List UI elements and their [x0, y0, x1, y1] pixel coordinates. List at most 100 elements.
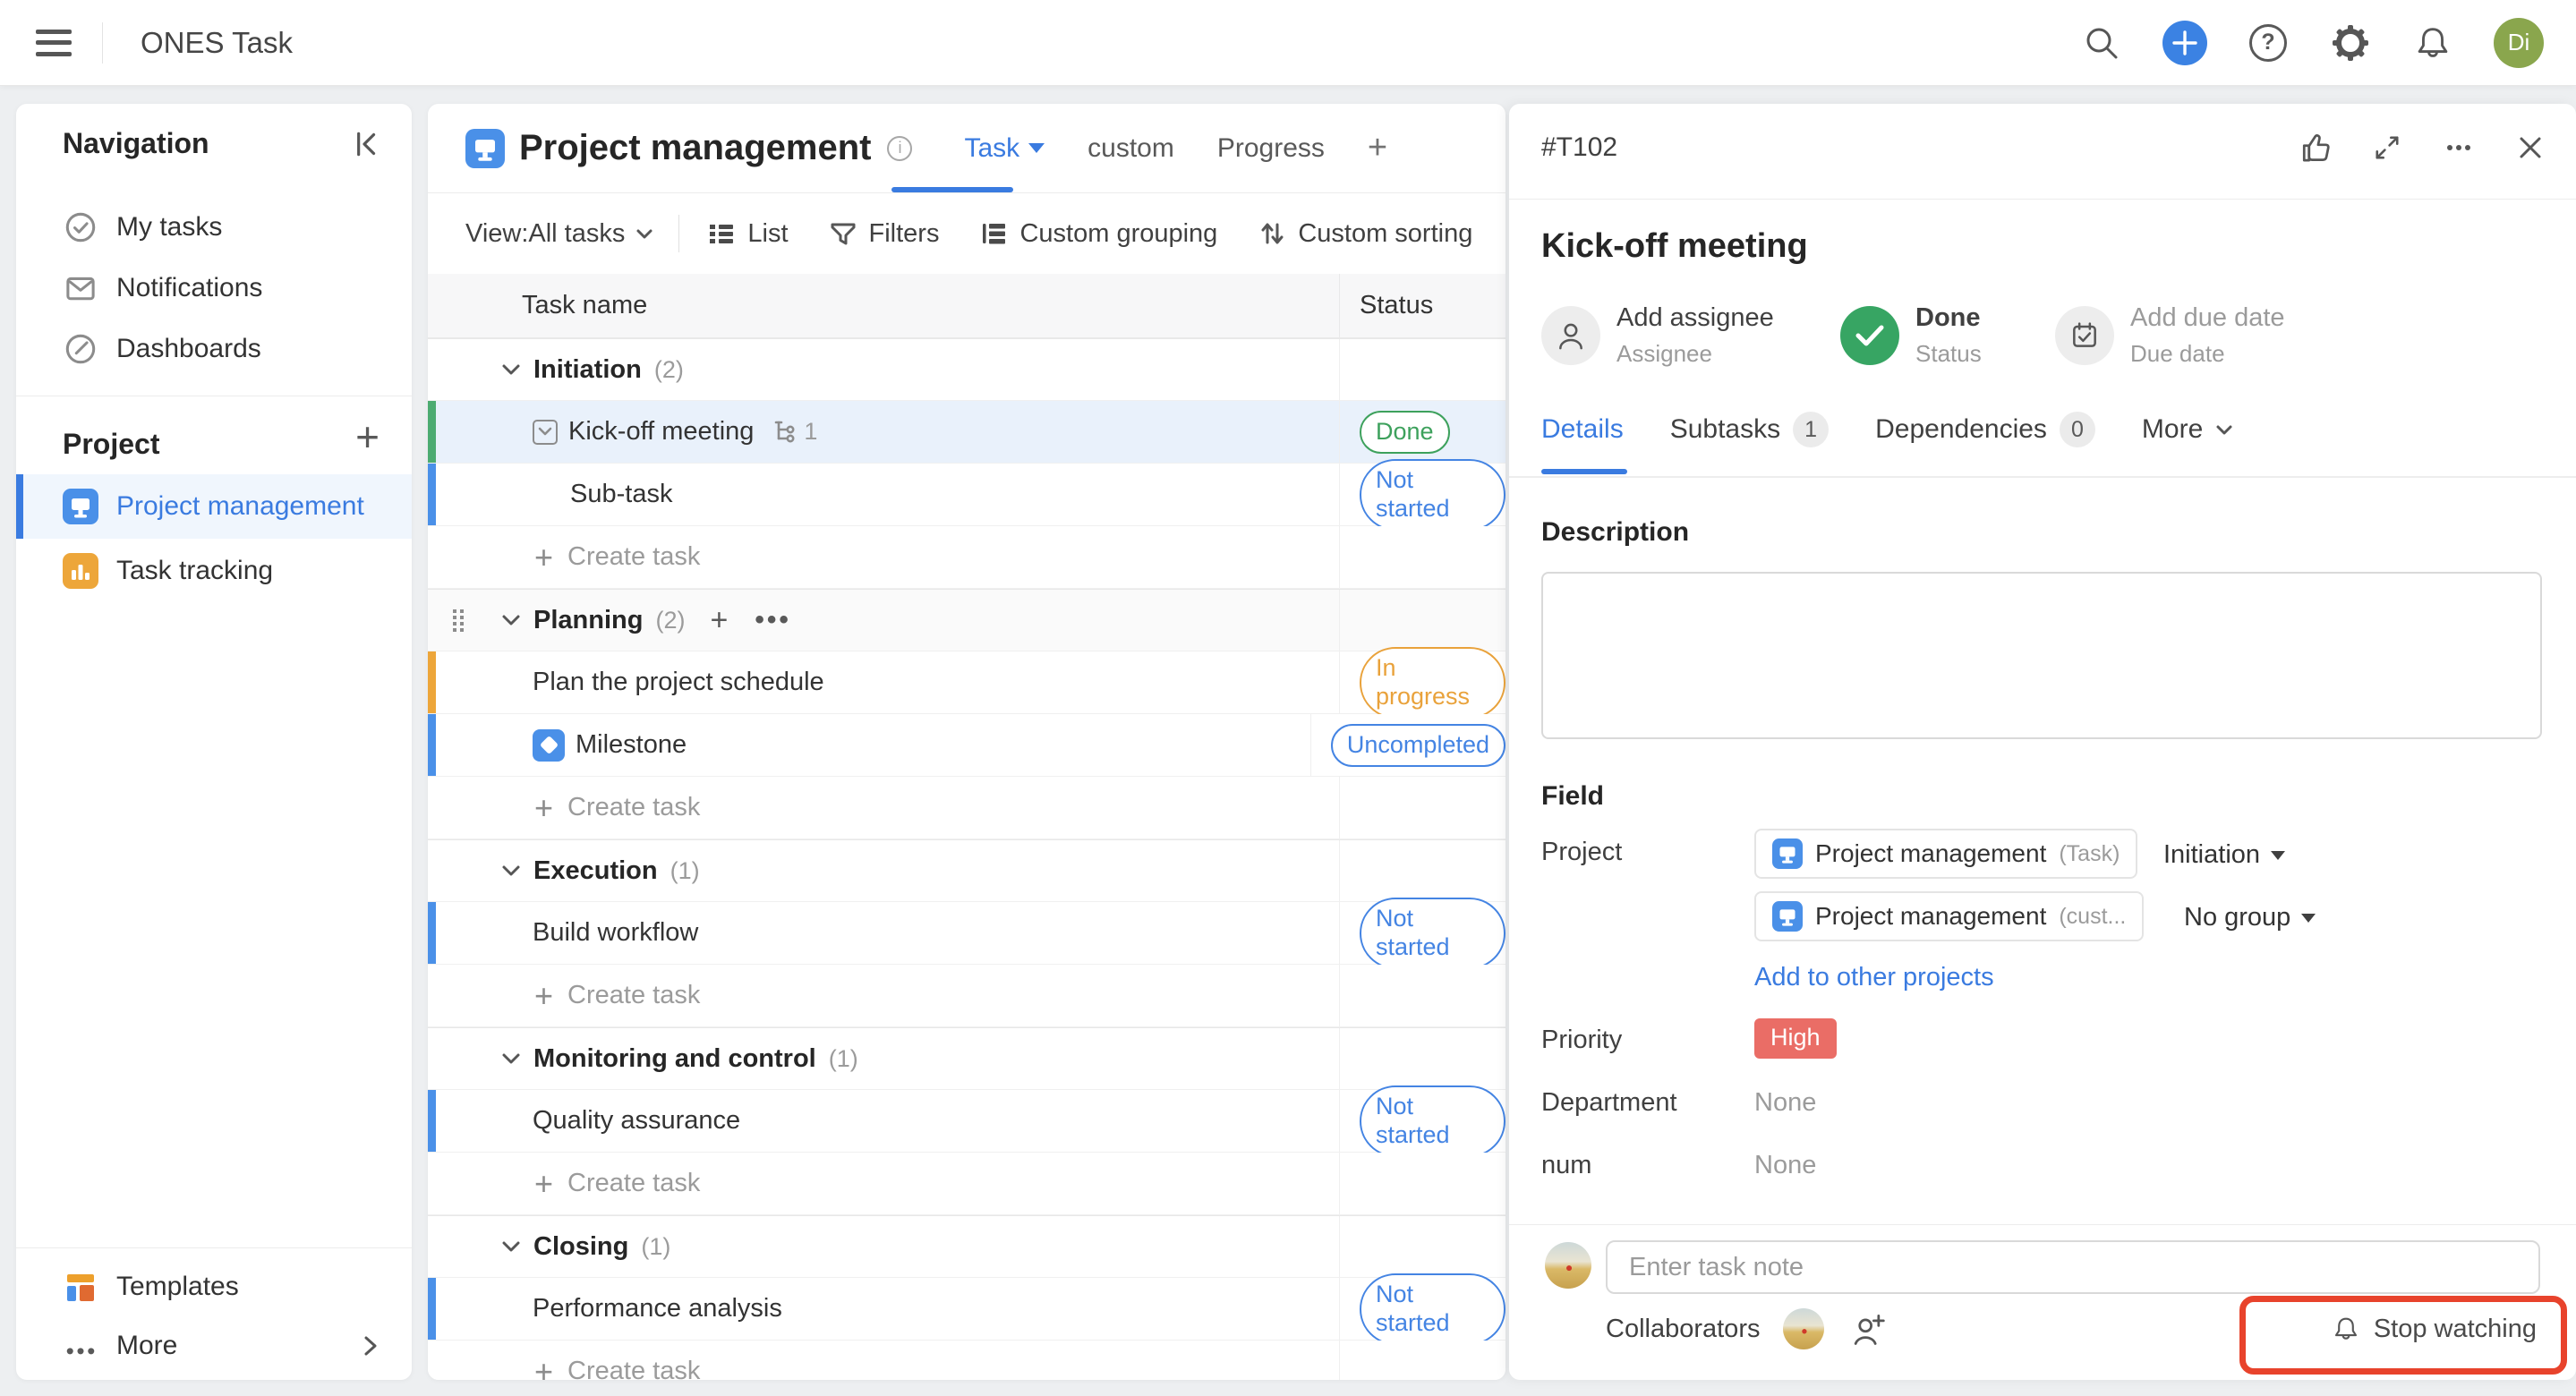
group-row-planning[interactable]: Planning (2) + ••• [428, 589, 1506, 651]
more-dots-icon [66, 1348, 95, 1355]
list-icon [710, 225, 734, 243]
add-task-to-group-icon[interactable]: + [710, 603, 728, 638]
create-task-row[interactable]: + Create task [428, 965, 1506, 1027]
task-detail-panel: #T102 Kick-off meeting Add assignee Assi… [1509, 104, 2576, 1380]
status-color-bar [428, 714, 436, 776]
task-row-milestone[interactable]: Milestone Uncompleted [428, 714, 1506, 777]
close-icon[interactable] [2512, 129, 2549, 166]
like-thumb-icon[interactable] [2297, 129, 2334, 166]
tab-more[interactable]: More [2142, 414, 2233, 445]
help-icon[interactable]: ? [2247, 21, 2290, 64]
task-row-performance-analysis[interactable]: Performance analysis Not started [428, 1273, 1506, 1345]
status-badge[interactable]: Uncompleted [1330, 723, 1506, 767]
sidebar-item-dashboards[interactable]: Dashboards [16, 319, 412, 379]
sidebar-item-more[interactable]: More [16, 1315, 412, 1376]
description-textarea[interactable] [1541, 572, 2542, 739]
sidebar-item-notifications[interactable]: Notifications [16, 258, 412, 319]
create-task-row[interactable]: + Create task [428, 777, 1506, 839]
group-select-initiation[interactable]: Initiation [2163, 840, 2286, 870]
status-badge[interactable]: Not started [1360, 1273, 1506, 1345]
add-to-other-projects-link[interactable]: Add to other projects [1754, 963, 1994, 992]
user-avatar[interactable]: Di [2494, 17, 2544, 68]
sidebar-item-project-management[interactable]: Project management [16, 474, 412, 539]
group-row-initiation[interactable]: Initiation (2) [428, 338, 1506, 401]
task-checkbox[interactable] [533, 419, 558, 445]
group-row-execution[interactable]: Execution (1) [428, 839, 1506, 902]
group-count: (2) [653, 355, 684, 383]
add-due-date-chip[interactable]: Add due date Due date [2055, 303, 2285, 368]
sidebar-item-label: Templates [116, 1272, 239, 1301]
sidebar-item-task-tracking[interactable]: Task tracking [16, 539, 412, 603]
create-task-row[interactable]: + Create task [428, 526, 1506, 589]
department-value[interactable]: None [1754, 1088, 1816, 1118]
task-row-kick-off-meeting[interactable]: Kick-off meeting 1 Done [428, 401, 1506, 464]
num-field-label: num [1541, 1151, 1592, 1179]
tab-custom[interactable]: custom [1088, 133, 1174, 164]
list-view-button[interactable]: List [706, 218, 789, 249]
group-row-closing[interactable]: Closing (1) [428, 1215, 1506, 1278]
project-chip-task[interactable]: Project management (Task) [1754, 829, 2138, 879]
priority-badge[interactable]: High [1754, 1018, 1837, 1059]
department-field-label: Department [1541, 1088, 1677, 1117]
settings-gear-icon[interactable] [2329, 21, 2372, 64]
group-row-monitoring-and-control[interactable]: Monitoring and control (1) [428, 1027, 1506, 1090]
sidebar-divider [16, 1247, 412, 1248]
info-icon[interactable]: i [887, 135, 913, 161]
collapse-sidebar-icon[interactable] [347, 127, 381, 161]
num-value[interactable]: None [1754, 1151, 1816, 1180]
group-select-no-group[interactable]: No group [2184, 903, 2316, 932]
create-button[interactable] [2162, 20, 2207, 65]
page-title: Project management [519, 128, 872, 167]
sidebar-item-label: Dashboards [116, 334, 261, 363]
custom-grouping-button[interactable]: Custom grouping [978, 218, 1217, 249]
tab-task[interactable]: Task [964, 133, 1045, 164]
group-name: Planning [533, 605, 644, 634]
add-tab-icon[interactable]: + [1368, 129, 1387, 167]
create-task-row[interactable]: + Create task [428, 1341, 1506, 1380]
notifications-bell-icon[interactable] [2411, 21, 2454, 64]
task-row-build-workflow[interactable]: Build workflow Not started [428, 897, 1506, 969]
tab-dependencies[interactable]: Dependencies 0 [1875, 412, 2095, 447]
filters-button[interactable]: Filters [828, 218, 939, 249]
milestone-icon [533, 728, 565, 762]
stop-watching-button[interactable]: Stop watching [2331, 1314, 2537, 1344]
task-note-input[interactable] [1606, 1240, 2540, 1294]
status-color-bar [428, 1090, 436, 1152]
column-status[interactable]: Status [1339, 274, 1506, 337]
tab-progress[interactable]: Progress [1217, 133, 1325, 164]
collaborator-avatar[interactable] [1783, 1308, 1825, 1349]
search-icon[interactable] [2080, 21, 2123, 64]
project-chip-custom[interactable]: Project management (cust... [1754, 891, 2145, 941]
add-project-icon[interactable]: + [355, 416, 380, 457]
sidebar-item-templates[interactable]: Templates [16, 1256, 412, 1317]
task-row-quality-assurance[interactable]: Quality assurance Not started [428, 1085, 1506, 1157]
column-task-name[interactable]: Task name [428, 274, 1339, 337]
status-badge[interactable]: Not started [1360, 458, 1506, 531]
plus-icon: + [534, 788, 554, 826]
grouping-icon [983, 224, 1006, 244]
status-badge[interactable]: Not started [1360, 897, 1506, 969]
create-task-row[interactable]: + Create task [428, 1153, 1506, 1215]
sidebar-item-label: Task tracking [116, 556, 274, 585]
status-chip[interactable]: Done Status [1840, 303, 1982, 368]
status-badge[interactable]: In progress [1360, 646, 1506, 719]
add-assignee-chip[interactable]: Add assignee Assignee [1541, 303, 1774, 368]
sidebar-project-title: Project [63, 428, 160, 460]
sidebar-item-my-tasks[interactable]: My tasks [16, 197, 412, 258]
expand-icon[interactable] [2368, 129, 2406, 166]
drag-handle-icon[interactable] [451, 609, 465, 634]
task-row-plan-the-project-schedule[interactable]: Plan the project schedule In progress [428, 646, 1506, 719]
status-badge[interactable]: Not started [1360, 1085, 1506, 1157]
tab-details[interactable]: Details [1541, 414, 1624, 445]
tab-subtasks[interactable]: Subtasks 1 [1670, 412, 1830, 447]
more-dots-icon[interactable] [2440, 129, 2478, 166]
status-badge[interactable]: Done [1360, 410, 1450, 454]
project-field-label: Project [1541, 838, 1623, 866]
task-row-sub-task[interactable]: Sub-task Not started [428, 458, 1506, 531]
add-collaborator-icon[interactable] [1847, 1309, 1887, 1349]
group-more-icon[interactable]: ••• [755, 605, 791, 635]
menu-icon[interactable] [36, 29, 72, 56]
project-management-icon [1772, 901, 1803, 932]
custom-sorting-button[interactable]: Custom sorting [1257, 218, 1472, 249]
view-selector[interactable]: View:All tasks [465, 219, 653, 249]
